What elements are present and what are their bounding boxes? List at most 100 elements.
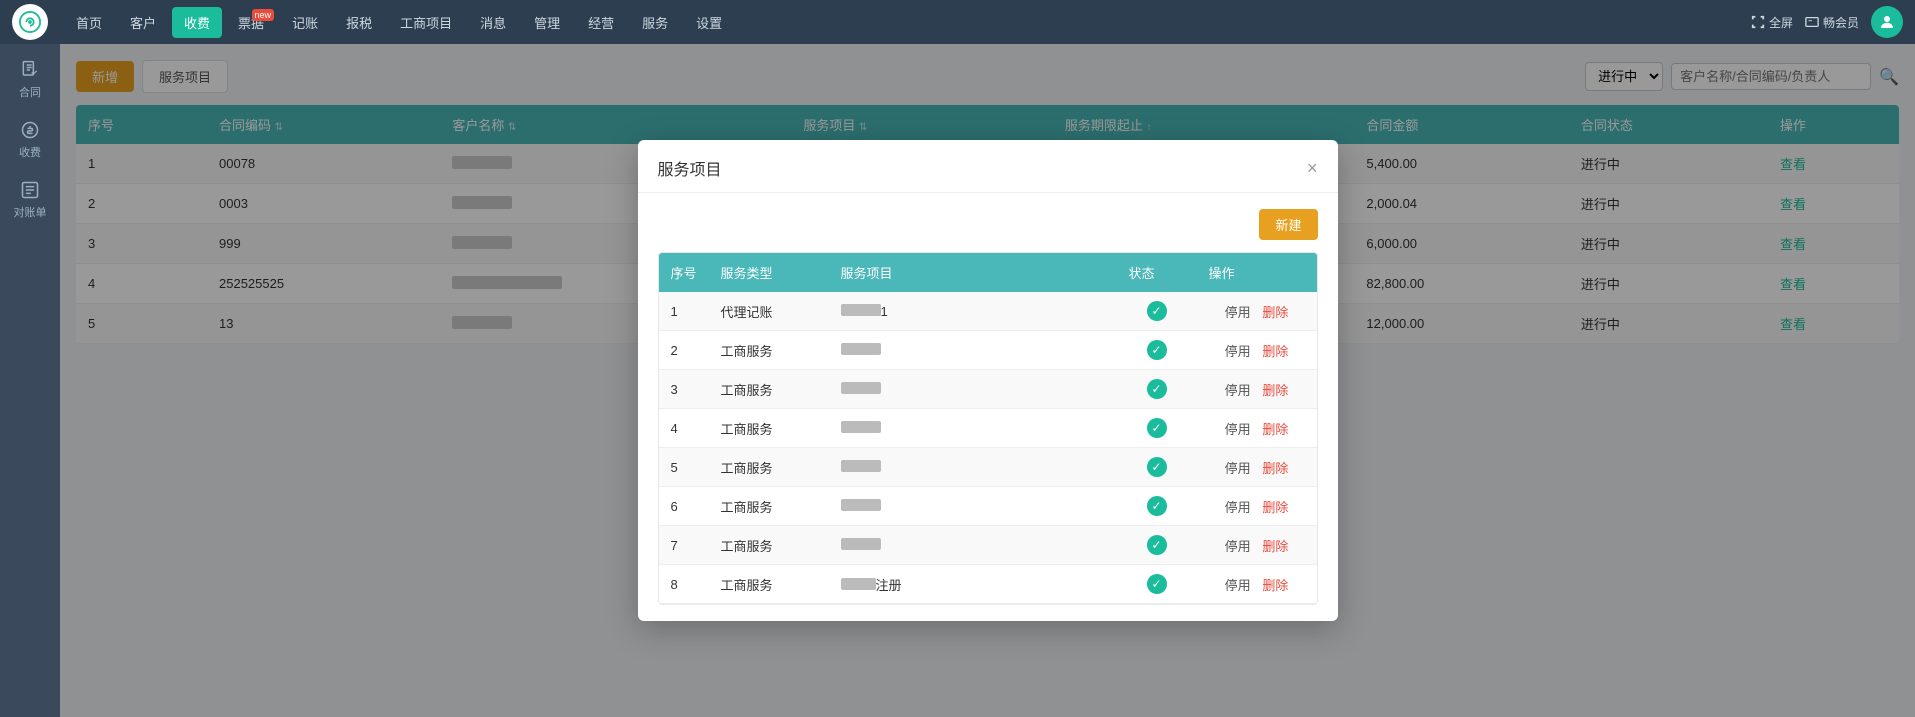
sidebar-contract-label: 合同: [19, 84, 41, 100]
stop-link[interactable]: 停用: [1225, 422, 1251, 437]
stop-link[interactable]: 停用: [1225, 344, 1251, 359]
modal-cell-status: ✓: [1117, 487, 1197, 526]
modal-cell-action: 停用 删除: [1197, 565, 1317, 604]
sidebar-statement-label: 对账单: [14, 204, 47, 220]
modal-table-row: 1 代理记账 1 ✓ 停用 删除: [659, 292, 1317, 331]
nav-item-biz2[interactable]: 经营: [576, 7, 626, 38]
modal-cell-action: 停用 删除: [1197, 409, 1317, 448]
fullscreen-button[interactable]: 全屏: [1751, 14, 1793, 31]
nav-item-manage[interactable]: 管理: [522, 7, 572, 38]
modal-cell-item: [829, 331, 1117, 370]
status-check-icon: ✓: [1147, 340, 1167, 360]
modal-cell-status: ✓: [1117, 448, 1197, 487]
nav-item-settings[interactable]: 设置: [684, 7, 734, 38]
modal-cell-seq: 3: [659, 370, 709, 409]
stop-link[interactable]: 停用: [1225, 383, 1251, 398]
modal-cell-type: 工商服务: [709, 565, 829, 604]
modal-cell-type: 工商服务: [709, 409, 829, 448]
top-nav: 首页 客户 收费 票据 new 记账 报税 工商项目 消息 管理 经营 服务 设…: [0, 0, 1915, 44]
nav-items: 首页 客户 收费 票据 new 记账 报税 工商项目 消息 管理 经营 服务 设…: [64, 7, 1751, 38]
service-modal: 服务项目 × 新建 序号 服务类型 服务项目: [638, 140, 1338, 621]
delete-link[interactable]: 删除: [1262, 422, 1288, 437]
modal-cell-type: 工商服务: [709, 487, 829, 526]
modal-cell-item: 注册: [829, 565, 1117, 604]
modal-table-row: 8 工商服务 注册 ✓ 停用 删除: [659, 565, 1317, 604]
delete-link[interactable]: 删除: [1262, 539, 1288, 554]
modal-new-button[interactable]: 新建: [1259, 209, 1317, 240]
modal-toolbar: 新建: [658, 209, 1318, 240]
modal-table-row: 2 工商服务 ✓ 停用 删除: [659, 331, 1317, 370]
modal-cell-type: 工商服务: [709, 331, 829, 370]
modal-cell-type: 工商服务: [709, 370, 829, 409]
nav-item-client[interactable]: 客户: [118, 7, 168, 38]
status-check-icon: ✓: [1147, 301, 1167, 321]
delete-link[interactable]: 删除: [1262, 578, 1288, 593]
modal-cell-type: 代理记账: [709, 292, 829, 331]
nav-item-account[interactable]: 记账: [280, 7, 330, 38]
modal-col-item: 服务项目: [829, 253, 1117, 292]
member-label: 畅会员: [1823, 14, 1859, 31]
app-logo[interactable]: [12, 4, 48, 40]
delete-link[interactable]: 删除: [1262, 344, 1288, 359]
modal-cell-type: 工商服务: [709, 448, 829, 487]
nav-item-fee[interactable]: 收费: [172, 7, 222, 38]
modal-cell-status: ✓: [1117, 292, 1197, 331]
modal-table-row: 6 工商服务 ✓ 停用 删除: [659, 487, 1317, 526]
modal-table-row: 3 工商服务 ✓ 停用 删除: [659, 370, 1317, 409]
modal-overlay: 服务项目 × 新建 序号 服务类型 服务项目: [60, 44, 1915, 717]
modal-cell-action: 停用 删除: [1197, 370, 1317, 409]
stop-link[interactable]: 停用: [1225, 539, 1251, 554]
sidebar: 合同 收费 对账单: [0, 44, 60, 717]
main-content: 新增 服务项目 进行中 全部 已结束 🔍 序号 合同编码 ⇅ 客户名称 ⇅ 服务…: [60, 44, 1915, 717]
modal-cell-type: 工商服务: [709, 526, 829, 565]
nav-item-msg[interactable]: 消息: [468, 7, 518, 38]
delete-link[interactable]: 删除: [1262, 461, 1288, 476]
modal-cell-action: 停用 删除: [1197, 487, 1317, 526]
modal-col-status: 状态: [1117, 253, 1197, 292]
delete-link[interactable]: 删除: [1262, 383, 1288, 398]
sidebar-item-statement[interactable]: 对账单: [4, 172, 56, 228]
nav-item-bill[interactable]: 票据 new: [226, 7, 276, 38]
modal-cell-seq: 5: [659, 448, 709, 487]
modal-cell-seq: 4: [659, 409, 709, 448]
modal-table-wrap[interactable]: 序号 服务类型 服务项目 状态 操作 1 代理记账 1 ✓: [658, 252, 1318, 605]
modal-cell-status: ✓: [1117, 409, 1197, 448]
status-check-icon: ✓: [1147, 379, 1167, 399]
modal-cell-item: [829, 409, 1117, 448]
modal-col-seq: 序号: [659, 253, 709, 292]
modal-table-row: 7 工商服务 ✓ 停用 删除: [659, 526, 1317, 565]
stop-link[interactable]: 停用: [1225, 461, 1251, 476]
sidebar-item-contract[interactable]: 合同: [4, 52, 56, 108]
nav-item-tax[interactable]: 报税: [334, 7, 384, 38]
modal-col-action: 操作: [1197, 253, 1317, 292]
modal-cell-action: 停用 删除: [1197, 331, 1317, 370]
delete-link[interactable]: 删除: [1262, 500, 1288, 515]
modal-cell-seq: 1: [659, 292, 709, 331]
member-button[interactable]: 畅会员: [1805, 14, 1859, 31]
delete-link[interactable]: 删除: [1262, 305, 1288, 320]
modal-table-row: 4 工商服务 ✓ 停用 删除: [659, 409, 1317, 448]
modal-cell-item: [829, 448, 1117, 487]
sidebar-fee-label: 收费: [19, 144, 41, 160]
stop-link[interactable]: 停用: [1225, 500, 1251, 515]
nav-item-biz[interactable]: 工商项目: [388, 7, 464, 38]
nav-item-service[interactable]: 服务: [630, 7, 680, 38]
user-avatar[interactable]: [1871, 6, 1903, 38]
nav-item-home[interactable]: 首页: [64, 7, 114, 38]
status-check-icon: ✓: [1147, 457, 1167, 477]
modal-cell-seq: 2: [659, 331, 709, 370]
stop-link[interactable]: 停用: [1225, 578, 1251, 593]
modal-cell-item: [829, 487, 1117, 526]
modal-cell-status: ✓: [1117, 331, 1197, 370]
modal-table-row: 5 工商服务 ✓ 停用 删除: [659, 448, 1317, 487]
stop-link[interactable]: 停用: [1225, 305, 1251, 320]
top-nav-right: 全屏 畅会员: [1751, 6, 1903, 38]
status-check-icon: ✓: [1147, 574, 1167, 594]
modal-cell-action: 停用 删除: [1197, 448, 1317, 487]
fullscreen-label: 全屏: [1769, 14, 1793, 31]
modal-close-button[interactable]: ×: [1307, 158, 1318, 179]
modal-cell-action: 停用 删除: [1197, 292, 1317, 331]
modal-cell-seq: 8: [659, 565, 709, 604]
main-layout: 合同 收费 对账单 新增 服务项目 进行中 全部: [0, 44, 1915, 717]
sidebar-item-fee[interactable]: 收费: [4, 112, 56, 168]
